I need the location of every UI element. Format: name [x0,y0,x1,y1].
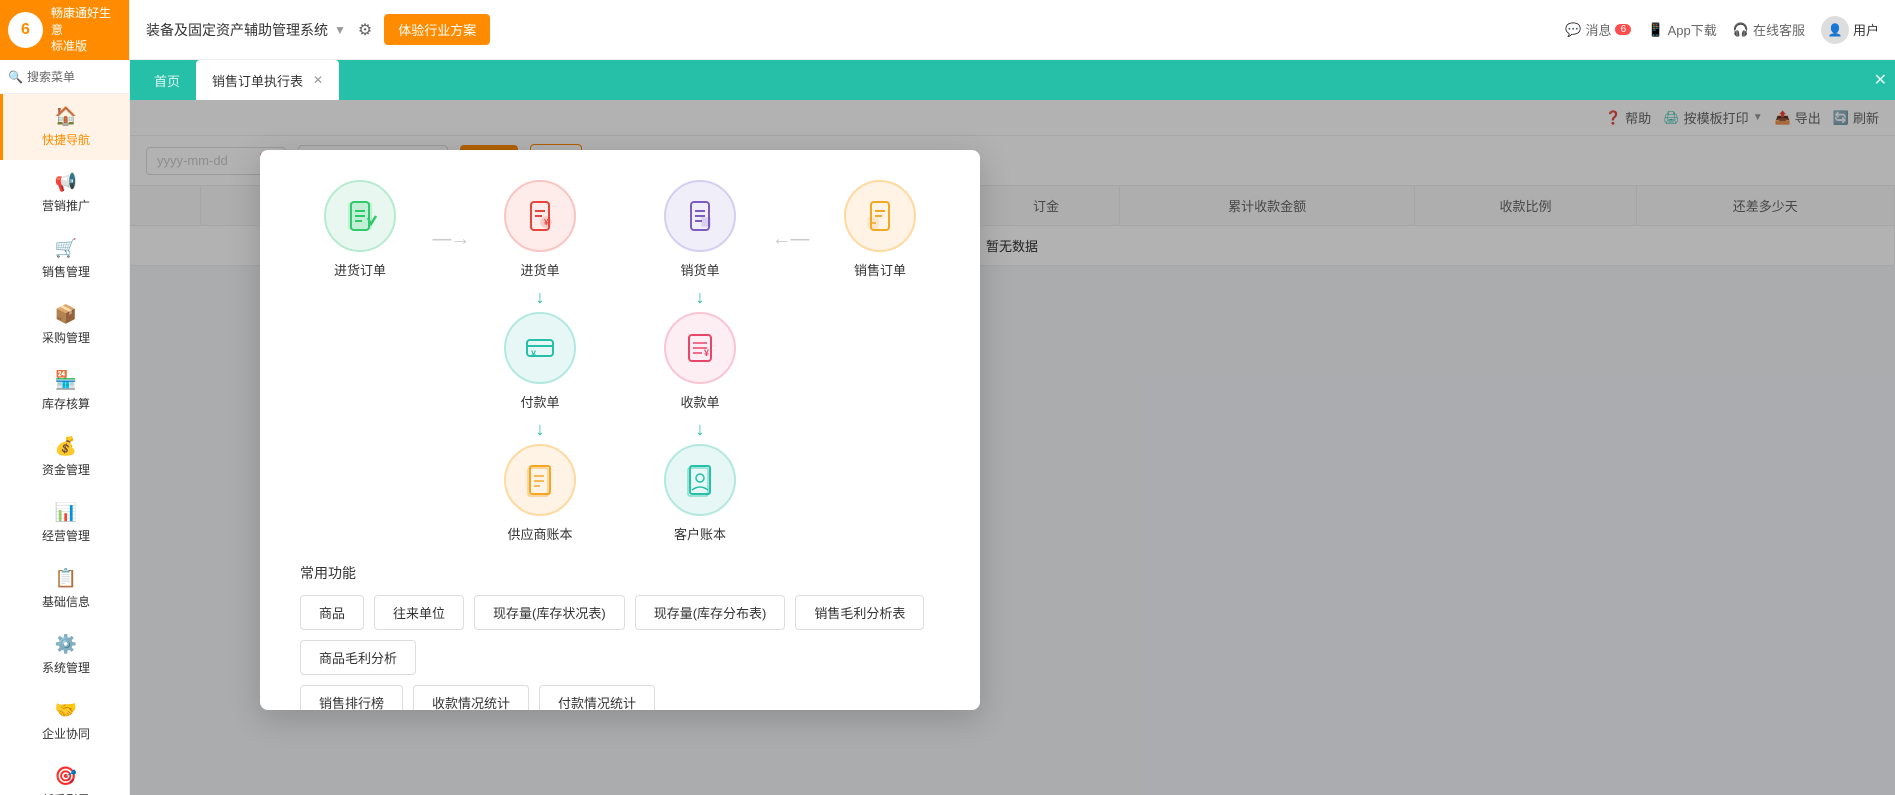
search-icon: 🔍 [8,70,23,84]
enterprise-icon: 🤝 [55,700,77,721]
sidebar-nav: 🏠 快捷导航 📢 营销推广 🛒 销售管理 📦 采购管理 🏪 库存核算 💰 [0,94,129,795]
common-func-title: 常用功能 [300,563,940,583]
func-btn-stock-status[interactable]: 现存量(库存状况表) [474,595,625,630]
newbie-icon: 🎯 [55,766,77,787]
sidebar-item-enterprise[interactable]: 🤝 企业协同 [0,688,129,754]
avatar: 👤 [1821,16,1849,44]
arrow-down-purchase [300,287,420,308]
sales-order-icon [844,180,916,252]
sidebar-item-marketing[interactable]: 📢 营销推广 [0,160,129,226]
customer-ledger-icon [664,444,736,516]
flow-customer-ledger: 客户账本 [640,444,760,543]
func-btn-stock-dist[interactable]: 现存量(库存分布表) [635,595,786,630]
flow-receipt-bill: ¥ 收款单 [640,312,760,411]
online-service-item[interactable]: 🎧 在线客服 [1733,20,1805,39]
svg-text:¥: ¥ [531,349,536,359]
func-btn-partners[interactable]: 往来单位 [374,595,464,630]
flow-purchase-bill: ¥ 进货单 [480,180,600,279]
marketing-icon: 📢 [55,172,77,193]
supplier-ledger-icon [504,444,576,516]
operations-icon: 📊 [55,502,77,523]
download-icon: 📱 [1647,22,1663,38]
modal-overlay[interactable]: 进货订单 ----→ ¥ 进货单 [130,100,1895,795]
arrow-purchase-order-to-purchase: ----→ [420,228,480,279]
func-btn-payment-stats[interactable]: 付款情况统计 [539,685,655,710]
func-btn-goods[interactable]: 商品 [300,595,364,630]
user-item[interactable]: 👤 用户 [1821,16,1879,44]
gear-icon[interactable]: ⚙ [358,20,372,40]
tabbar: 首页 销售订单执行表 ✕ ✕ [130,60,1895,100]
svg-text:¥: ¥ [704,348,709,358]
sidebar-item-inventory[interactable]: 🏪 库存核算 [0,358,129,424]
system-title: 装备及固定资产辅助管理系统 [146,20,328,40]
system-icon: ⚙️ [55,634,77,655]
common-func-section: 常用功能 商品 往来单位 现存量(库存状况表) 现存量(库存分布表) 销售毛利分… [300,563,940,710]
system-title-area: 装备及固定资产辅助管理系统 ▼ [146,20,346,40]
message-icon: 💬 [1565,22,1581,38]
arrow-down-purchase-bill: ↓ [480,287,600,308]
func-btn-sales-margin[interactable]: 销售毛利分析表 [795,595,924,630]
receipt-bill-icon: ¥ [664,312,736,384]
flow-payment-bill: ¥ 付款单 [480,312,600,411]
sidebar-item-purchase[interactable]: 📦 采购管理 [0,292,129,358]
flow-supplier-ledger: 供应商账本 [480,444,600,543]
flow-purchase-order: 进货订单 [300,180,420,279]
topbar: 装备及固定资产辅助管理系统 ▼ ⚙ 体验行业方案 💬 消息 6 📱 App下载 … [130,0,1895,60]
purchase-bill-icon: ¥ [504,180,576,252]
arrow-sales-to-sales-order: ←---- [760,228,820,279]
app-download-item[interactable]: 📱 App下载 [1647,20,1716,39]
func-btn-receipt-stats[interactable]: 收款情况统计 [413,685,529,710]
modal-box: 进货订单 ----→ ¥ 进货单 [260,150,980,710]
svg-text:¥: ¥ [544,218,549,227]
sidebar-logo: 6 畅康通好生意 标准版 [0,0,129,60]
main-area: 装备及固定资产辅助管理系统 ▼ ⚙ 体验行业方案 💬 消息 6 📱 App下载 … [130,0,1895,795]
sidebar-search[interactable]: 🔍 搜索菜单 [0,60,129,94]
close-all-tabs-icon[interactable]: ✕ [1874,70,1887,90]
trial-btn[interactable]: 体验行业方案 [384,14,490,45]
page-content: ❓ 帮助 🖨 按模板打印 ▼ 📤 导出 🔄 刷新 [130,100,1895,795]
quick-nav-icon: 🏠 [55,106,77,127]
topbar-right: 💬 消息 6 📱 App下载 🎧 在线客服 👤 用户 [1565,16,1879,44]
tab-home[interactable]: 首页 [138,60,196,100]
purchase-icon: 📦 [55,304,77,325]
func-btns-row2: 销售排行榜 收款情况统计 付款情况统计 [300,685,940,710]
purchase-order-icon [324,180,396,252]
payment-bill-icon: ¥ [504,312,576,384]
service-icon: 🎧 [1733,22,1749,38]
arrow-down-sales-bill: ↓ [640,287,760,308]
tab-close-icon[interactable]: ✕ [313,73,323,87]
sidebar-item-operations[interactable]: 📊 经营管理 [0,490,129,556]
flow-sales-bill: 销货单 [640,180,760,279]
home-tab-label: 首页 [154,71,180,90]
system-dropdown-icon[interactable]: ▼ [334,23,346,37]
finance-icon: 💰 [55,436,77,457]
sidebar-item-quick-nav[interactable]: 🏠 快捷导航 [0,94,129,160]
sales-bill-icon [664,180,736,252]
func-btns-row1: 商品 往来单位 现存量(库存状况表) 现存量(库存分布表) 销售毛利分析表 商品… [300,595,940,675]
sidebar-item-newbie[interactable]: 🎯 新手引导 [0,754,129,795]
sidebar-item-basic[interactable]: 📋 基础信息 [0,556,129,622]
sales-icon: 🛒 [55,238,77,259]
flow-sales-order: 销售订单 [820,180,940,279]
sidebar-item-sales[interactable]: 🛒 销售管理 [0,226,129,292]
logo-text: 畅康通好生意 标准版 [51,5,121,55]
logo-icon: 6 [8,12,43,48]
modal-content: 进货订单 ----→ ¥ 进货单 [260,150,980,710]
sidebar-item-finance[interactable]: 💰 资金管理 [0,424,129,490]
message-item[interactable]: 💬 消息 6 [1565,20,1631,39]
basic-icon: 📋 [55,568,77,589]
sales-order-tab-label: 销售订单执行表 [212,71,303,90]
sidebar-item-system[interactable]: ⚙️ 系统管理 [0,622,129,688]
arrow-down-receipt: ↓ [640,419,760,440]
inventory-icon: 🏪 [55,370,77,391]
arrow-down-payment: ↓ [480,419,600,440]
message-badge: 6 [1615,24,1631,35]
func-btn-sales-rank[interactable]: 销售排行榜 [300,685,403,710]
func-btn-goods-margin[interactable]: 商品毛利分析 [300,640,416,675]
sidebar: 6 畅康通好生意 标准版 🔍 搜索菜单 🏠 快捷导航 📢 营销推广 🛒 销售管理 [0,0,130,795]
tab-sales-order-exec[interactable]: 销售订单执行表 ✕ [196,60,339,100]
